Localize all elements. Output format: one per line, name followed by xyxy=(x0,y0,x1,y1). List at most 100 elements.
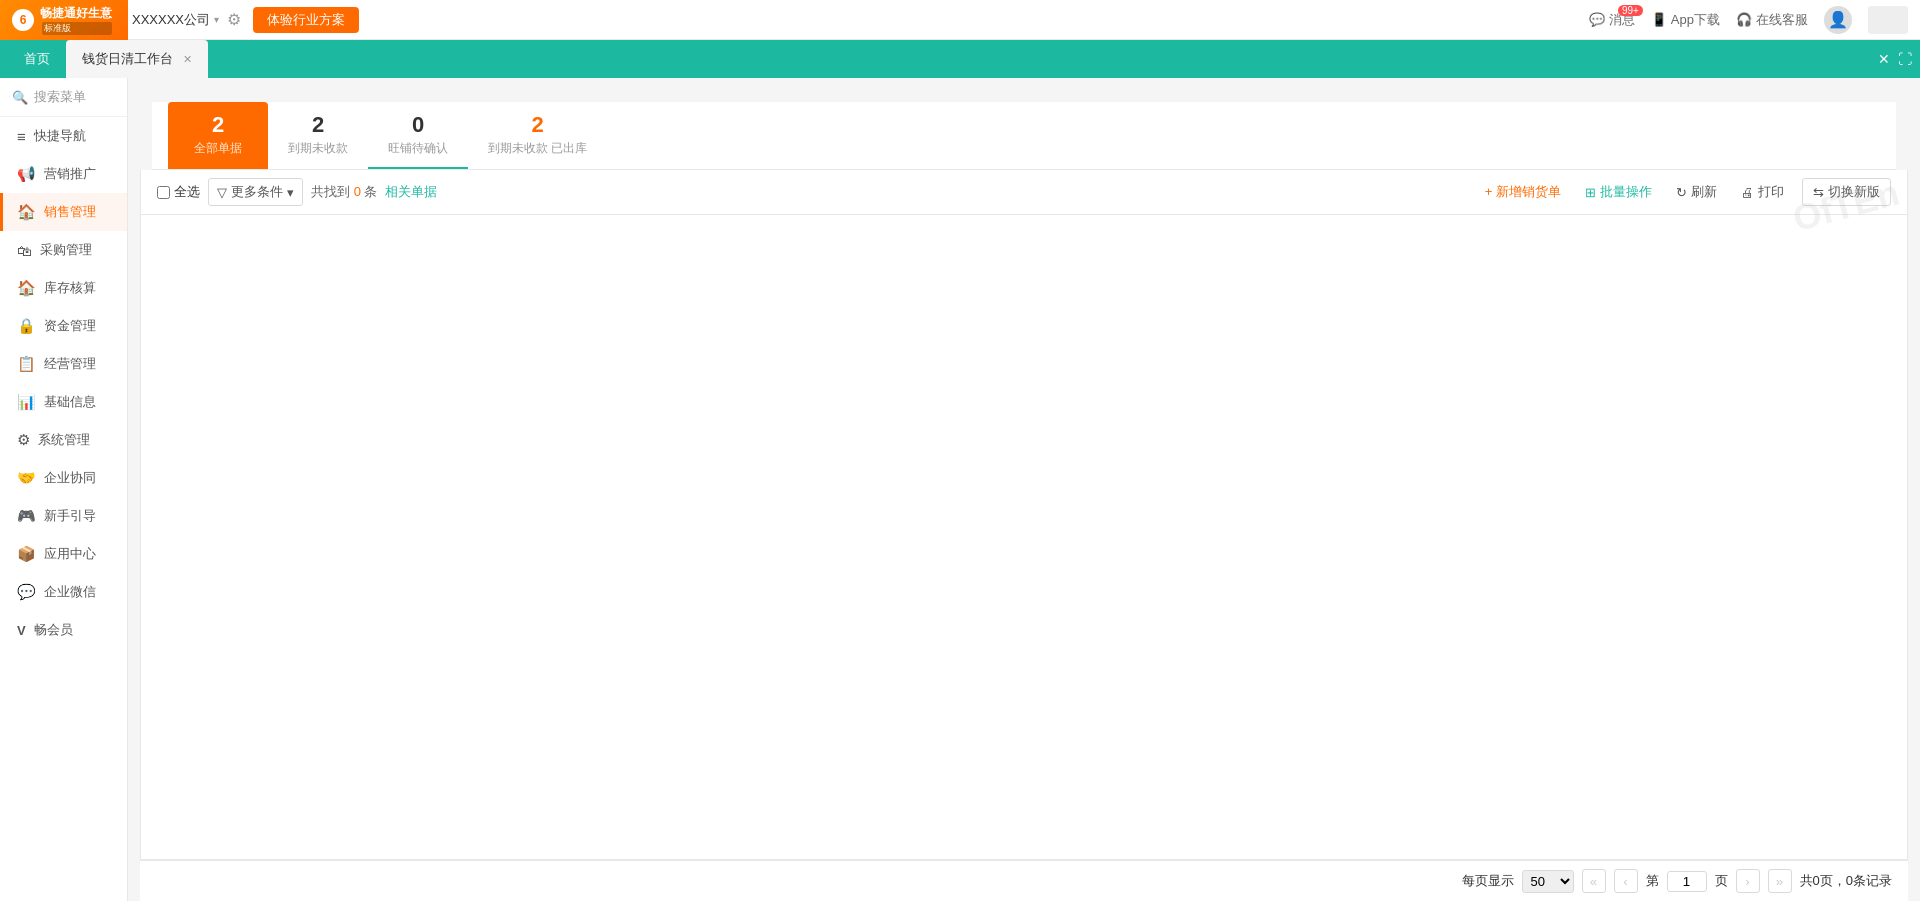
company-selector[interactable]: XXXXXX公司 ▾ xyxy=(132,11,219,29)
sidebar-item-vip[interactable]: V 畅会员 xyxy=(0,611,127,649)
tab-home[interactable]: 首页 xyxy=(8,40,66,78)
inventory-icon: 🏠 xyxy=(17,279,36,297)
tab-pending[interactable]: 0 旺铺待确认 xyxy=(368,102,468,169)
chevron-down-icon: ▾ xyxy=(214,14,219,25)
refresh-icon: ↻ xyxy=(1676,185,1687,200)
first-page-button[interactable]: « xyxy=(1582,869,1606,893)
finance-icon: 🔒 xyxy=(17,317,36,335)
logo-icon: 6 xyxy=(12,9,34,31)
page-label: 第 xyxy=(1646,872,1659,890)
marketing-icon: 📢 xyxy=(17,165,36,183)
sidebar-item-system[interactable]: ⚙ 系统管理 xyxy=(0,421,127,459)
sidebar-item-marketing[interactable]: 📢 营销推广 xyxy=(0,155,127,193)
sidebar-item-cooperation[interactable]: 🤝 企业协同 xyxy=(0,459,127,497)
all-orders-label: 全部单据 xyxy=(188,140,248,157)
sidebar-item-sales[interactable]: 🏠 销售管理 xyxy=(0,193,127,231)
tab-all-orders[interactable]: 2 全部单据 xyxy=(168,102,268,169)
prev-page-button[interactable]: ‹ xyxy=(1614,869,1638,893)
main-layout: 🔍 搜索菜单 ≡ 快捷导航 📢 营销推广 🏠 销售管理 🛍 采购管理 🏠 库存核… xyxy=(0,78,1920,901)
app-download-button[interactable]: 📱 App下载 xyxy=(1651,11,1720,29)
status-tabs: 2 全部单据 2 到期未收款 0 旺铺待确认 2 到期未收款 已出库 xyxy=(152,102,1896,170)
batch-operation-button[interactable]: ⊞ 批量操作 xyxy=(1579,179,1658,205)
overdue-label: 到期未收款 xyxy=(288,140,348,157)
tab-overdue-shipped[interactable]: 2 到期未收款 已出库 xyxy=(468,102,607,169)
user-name-area xyxy=(1868,6,1908,34)
message-button[interactable]: 💬 消息 99+ xyxy=(1589,11,1635,29)
header-right: 💬 消息 99+ 📱 App下载 🎧 在线客服 👤 xyxy=(1589,6,1908,34)
sidebar-item-operations[interactable]: 📋 经营管理 xyxy=(0,345,127,383)
sales-icon: 🏠 xyxy=(17,203,36,221)
pending-count: 0 xyxy=(388,112,448,138)
online-service-button[interactable]: 🎧 在线客服 xyxy=(1736,11,1808,29)
settings-icon[interactable]: ⚙ xyxy=(227,10,241,29)
count-value: 0 xyxy=(354,184,361,199)
sidebar-item-basic-info[interactable]: 📊 基础信息 xyxy=(0,383,127,421)
filter-button[interactable]: ▽ 更多条件 ▾ xyxy=(208,178,303,206)
message-icon: 💬 xyxy=(1589,12,1605,27)
tab-close-icon[interactable]: ✕ xyxy=(183,53,192,65)
logo-area: 6 畅捷通好生意 标准版 xyxy=(0,0,128,40)
last-page-button[interactable]: » xyxy=(1768,869,1792,893)
tab-overdue[interactable]: 2 到期未收款 xyxy=(268,102,368,169)
select-all-checkbox[interactable]: 全选 xyxy=(157,183,200,201)
overdue-count: 2 xyxy=(288,112,348,138)
count-text: 共找到 0 条 xyxy=(311,183,377,201)
top-header: 6 畅捷通好生意 标准版 XXXXXX公司 ▾ ⚙ 体验行业方案 💬 消息 99… xyxy=(0,0,1920,40)
trial-button[interactable]: 体验行业方案 xyxy=(253,7,359,33)
logo-badge: 标准版 xyxy=(42,22,112,35)
switch-version-button[interactable]: ⇆ 切换新版 xyxy=(1802,178,1891,206)
search-icon: 🔍 xyxy=(12,90,28,105)
table-area xyxy=(140,215,1908,860)
toolbar-right: + 新增销货单 ⊞ 批量操作 ↻ 刷新 🖨 打印 ⇆ 切换新版 xyxy=(1479,178,1891,206)
purchase-icon: 🛍 xyxy=(17,242,32,259)
toolbar-left: 全选 ▽ 更多条件 ▾ 共找到 0 条 相关单据 xyxy=(157,178,1471,206)
cooperation-icon: 🤝 xyxy=(17,469,36,487)
tab-daily-work[interactable]: 钱货日清工作台 ✕ xyxy=(66,40,208,78)
filter-icon: ▽ xyxy=(217,185,227,200)
sidebar-item-guide[interactable]: 🎮 新手引导 xyxy=(0,497,127,535)
download-icon: 📱 xyxy=(1651,12,1667,27)
pagination: 每页显示 50 20 100 « ‹ 第 页 › » 共0页，0条记录 xyxy=(140,860,1908,901)
tab-maximize-button[interactable]: ⛶ xyxy=(1898,51,1912,67)
overdue-shipped-count: 2 xyxy=(488,112,587,138)
sidebar-item-quick-nav[interactable]: ≡ 快捷导航 xyxy=(0,117,127,155)
service-icon: 🎧 xyxy=(1736,12,1752,27)
refresh-button[interactable]: ↻ 刷新 xyxy=(1670,179,1723,205)
toolbar: 全选 ▽ 更多条件 ▾ 共找到 0 条 相关单据 + 新增销货单 ⊞ 批 xyxy=(140,170,1908,215)
overdue-shipped-label: 到期未收款 已出库 xyxy=(488,140,587,157)
operations-icon: 📋 xyxy=(17,355,36,373)
tab-close-button[interactable]: ✕ xyxy=(1878,51,1890,67)
app-center-icon: 📦 xyxy=(17,545,36,563)
sidebar: 🔍 搜索菜单 ≡ 快捷导航 📢 营销推广 🏠 销售管理 🛍 采购管理 🏠 库存核… xyxy=(0,78,128,901)
sidebar-item-purchase[interactable]: 🛍 采购管理 xyxy=(0,231,127,269)
related-orders-link[interactable]: 相关单据 xyxy=(385,183,437,201)
all-orders-count: 2 xyxy=(188,112,248,138)
quick-nav-icon: ≡ xyxy=(17,128,26,145)
switch-icon: ⇆ xyxy=(1813,185,1824,200)
basic-info-icon: 📊 xyxy=(17,393,36,411)
page-suffix: 页 xyxy=(1715,872,1728,890)
filter-chevron-icon: ▾ xyxy=(287,185,294,200)
per-page-select[interactable]: 50 20 100 xyxy=(1522,870,1574,893)
logo-text: 畅捷通好生意 标准版 xyxy=(40,5,112,35)
select-all-input[interactable] xyxy=(157,186,170,199)
next-page-button[interactable]: › xyxy=(1736,869,1760,893)
batch-icon: ⊞ xyxy=(1585,185,1596,200)
total-count-text: 共0页，0条记录 xyxy=(1800,872,1892,890)
add-sales-order-button[interactable]: + 新增销货单 xyxy=(1479,179,1567,205)
sidebar-item-finance[interactable]: 🔒 资金管理 xyxy=(0,307,127,345)
search-menu[interactable]: 🔍 搜索菜单 xyxy=(0,78,127,117)
wechat-icon: 💬 xyxy=(17,583,36,601)
pending-label: 旺铺待确认 xyxy=(388,140,448,157)
page-input[interactable] xyxy=(1667,871,1707,892)
message-badge: 99+ xyxy=(1618,5,1643,16)
sidebar-item-app-center[interactable]: 📦 应用中心 xyxy=(0,535,127,573)
avatar[interactable]: 👤 xyxy=(1824,6,1852,34)
sidebar-item-wechat[interactable]: 💬 企业微信 xyxy=(0,573,127,611)
company-name: XXXXXX公司 xyxy=(132,11,210,29)
print-button[interactable]: 🖨 打印 xyxy=(1735,179,1790,205)
nav-tabs: 首页 钱货日清工作台 ✕ ✕ ⛶ xyxy=(0,40,1920,78)
guide-icon: 🎮 xyxy=(17,507,36,525)
sidebar-item-inventory[interactable]: 🏠 库存核算 xyxy=(0,269,127,307)
avatar-icon: 👤 xyxy=(1828,10,1848,29)
